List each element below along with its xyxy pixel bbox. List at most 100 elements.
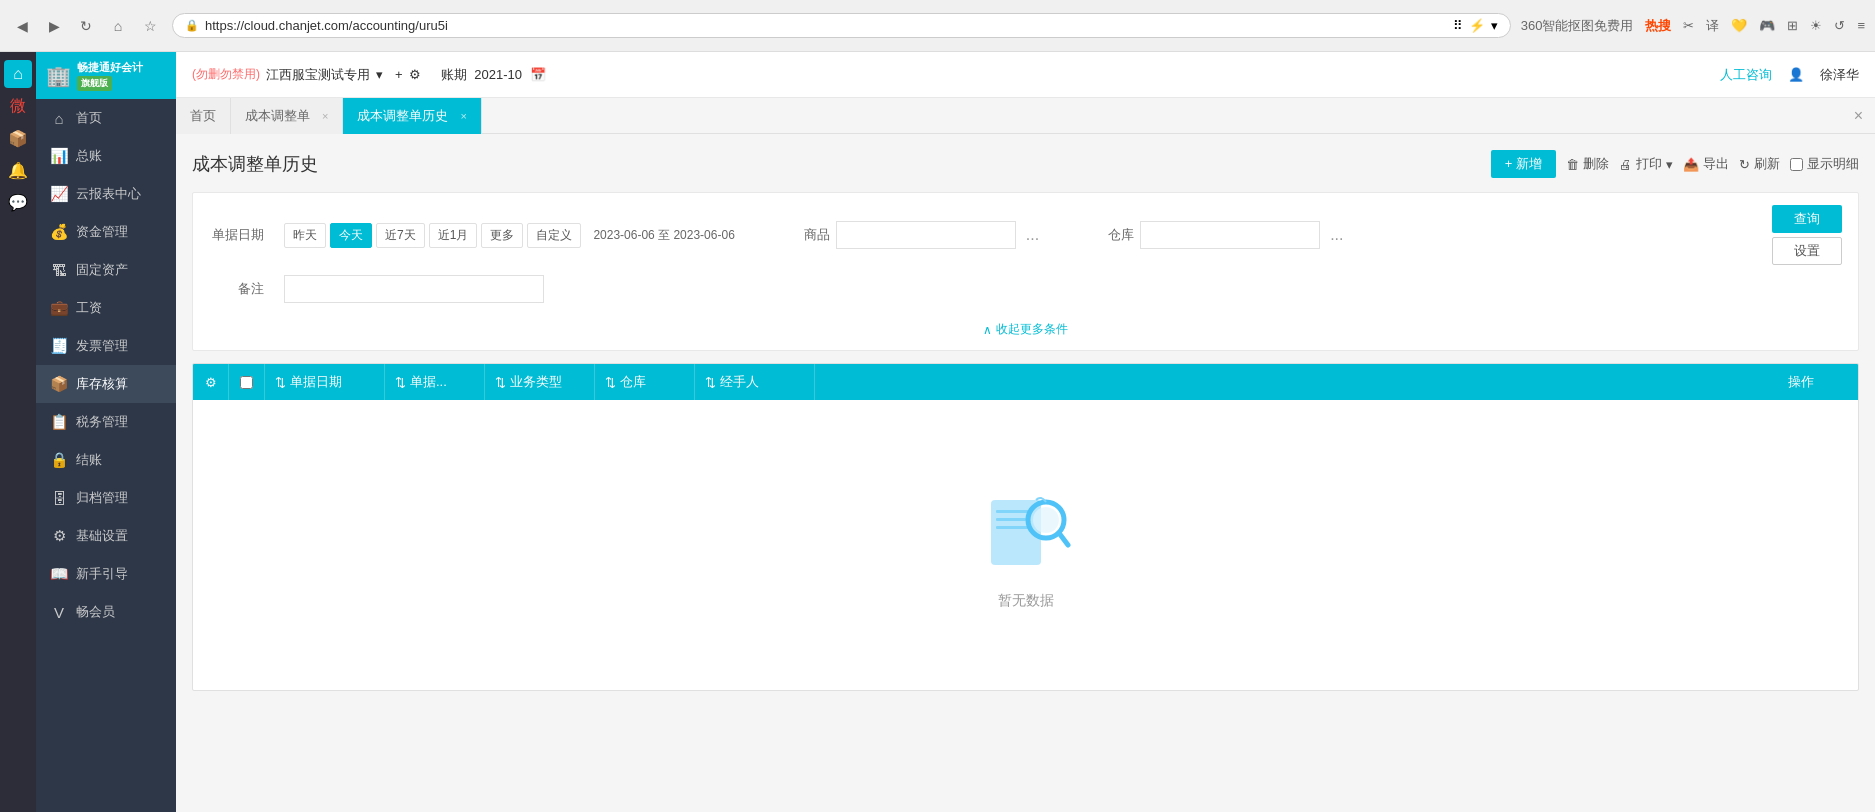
warehouse-dots[interactable]: ...: [1330, 226, 1343, 244]
sidebar-item-ledger[interactable]: 📊 总账: [36, 137, 176, 175]
new-button[interactable]: + 新增: [1491, 150, 1556, 178]
show-details-input[interactable]: [1790, 158, 1803, 171]
page-actions: + 新增 🗑 删除 🖨 打印 ▾ 📤 导出 ↻: [1491, 150, 1859, 178]
export-button[interactable]: 📤 导出: [1683, 155, 1729, 173]
empty-text: 暂无数据: [998, 592, 1054, 610]
date-btn-7days[interactable]: 近7天: [376, 223, 425, 248]
sidebar-item-funds[interactable]: 💰 资金管理: [36, 213, 176, 251]
tab-bar-close-all[interactable]: ×: [1854, 107, 1875, 125]
sidebar-item-archive[interactable]: 🗄 归档管理: [36, 479, 176, 517]
goods-dots[interactable]: ...: [1026, 226, 1039, 244]
add-company-icon[interactable]: +: [395, 67, 403, 82]
svg-rect-2: [996, 518, 1026, 521]
sidebar-item-home[interactable]: ⌂ 首页: [36, 99, 176, 137]
topbar-right: 人工咨询 👤 徐泽华: [1720, 66, 1859, 84]
company-settings-icon[interactable]: ⚙: [409, 67, 421, 82]
star-button[interactable]: ☆: [138, 14, 162, 38]
icon-bar-item-2[interactable]: 🔔: [4, 156, 32, 184]
sidebar-item-guide[interactable]: 📖 新手引导: [36, 555, 176, 593]
guide-icon: 📖: [50, 565, 68, 583]
sidebar-item-inventory[interactable]: 📦 库存核算: [36, 365, 176, 403]
filter-panel: 单据日期 昨天 今天 近7天 近1月 更多 自定义 2023-06-06 至 2…: [192, 192, 1859, 351]
page-title: 成本调整单历史: [192, 152, 318, 176]
invoice-icon: 🧾: [50, 337, 68, 355]
icon-bar-item-3[interactable]: 💬: [4, 188, 32, 216]
th-num[interactable]: ⇅ 单据...: [385, 364, 485, 400]
th-warehouse[interactable]: ⇅ 仓库: [595, 364, 695, 400]
page-header: 成本调整单历史 + 新增 🗑 删除 🖨 打印 ▾ 📤 导出: [192, 150, 1859, 178]
refresh-icon: ↻: [1739, 157, 1750, 172]
back-button[interactable]: ◀: [10, 14, 34, 38]
logo-text-container: 畅捷通好会计 旗舰版: [77, 60, 143, 91]
tax-icon: 📋: [50, 413, 68, 431]
tab-cost-adjustment-close[interactable]: ×: [322, 110, 328, 122]
sidebar-item-tax[interactable]: 📋 税务管理: [36, 403, 176, 441]
refresh-button[interactable]: ↻: [74, 14, 98, 38]
sidebar-item-settings[interactable]: ⚙ 基础设置: [36, 517, 176, 555]
url-text: https://cloud.chanjet.com/accounting/uru…: [205, 18, 1447, 33]
consult-button[interactable]: 人工咨询: [1720, 66, 1772, 84]
sidebar-item-vip[interactable]: V 畅会员: [36, 593, 176, 631]
sidebar-item-assets[interactable]: 🏗 固定资产: [36, 251, 176, 289]
th-person[interactable]: ⇅ 经手人: [695, 364, 815, 400]
sort-date-icon: ⇅: [275, 375, 286, 390]
date-btn-yesterday[interactable]: 昨天: [284, 223, 326, 248]
query-button[interactable]: 查询: [1772, 205, 1842, 233]
sidebar-item-reports[interactable]: 📈 云报表中心: [36, 175, 176, 213]
sidebar-item-label-ledger: 总账: [76, 147, 102, 165]
svg-rect-1: [996, 510, 1031, 513]
sidebar-item-label-vip: 畅会员: [76, 603, 115, 621]
date-btn-1month[interactable]: 近1月: [429, 223, 478, 248]
home-button[interactable]: ⌂: [106, 14, 130, 38]
sidebar-item-payroll[interactable]: 💼 工资: [36, 289, 176, 327]
print-button[interactable]: 🖨 打印 ▾: [1619, 155, 1673, 173]
sidebar-item-close[interactable]: 🔒 结账: [36, 441, 176, 479]
filter-note-row: 备注: [209, 275, 1842, 303]
sidebar-item-label-tax: 税务管理: [76, 413, 128, 431]
forward-button[interactable]: ▶: [42, 14, 66, 38]
url-bar[interactable]: 🔒 https://cloud.chanjet.com/accounting/u…: [172, 13, 1511, 38]
show-details-checkbox[interactable]: 显示明细: [1790, 155, 1859, 173]
refresh-button[interactable]: ↻ 刷新: [1739, 155, 1780, 173]
sidebar-item-label-assets: 固定资产: [76, 261, 128, 279]
close-all-icon[interactable]: ×: [1854, 107, 1863, 124]
th-checkbox[interactable]: [229, 364, 265, 400]
tab-home-label: 首页: [190, 107, 216, 125]
goods-select[interactable]: [836, 221, 1016, 249]
collapse-section: ∧ 收起更多条件: [209, 313, 1842, 338]
collapse-button[interactable]: ∧ 收起更多条件: [983, 321, 1068, 338]
sidebar-item-label-funds: 资金管理: [76, 223, 128, 241]
tab-home[interactable]: 首页: [176, 98, 231, 134]
sort-warehouse-icon: ⇅: [605, 375, 616, 390]
delete-icon: 🗑: [1566, 157, 1579, 172]
sort-type-icon: ⇅: [495, 375, 506, 390]
filter-date-row: 单据日期 昨天 今天 近7天 近1月 更多 自定义 2023-06-06 至 2…: [209, 205, 1842, 265]
calendar-icon[interactable]: 📅: [530, 67, 546, 82]
tab-cost-adjustment[interactable]: 成本调整单 ×: [231, 98, 343, 134]
sidebar-item-label-guide: 新手引导: [76, 565, 128, 583]
tab-cost-adjustment-history-close[interactable]: ×: [460, 110, 466, 122]
date-btn-today[interactable]: 今天: [330, 223, 372, 248]
date-btn-custom[interactable]: 自定义: [527, 223, 581, 248]
tab-cost-adjustment-history[interactable]: 成本调整单历史 ×: [343, 98, 481, 134]
sidebar-item-invoice[interactable]: 🧾 发票管理: [36, 327, 176, 365]
th-type[interactable]: ⇅ 业务类型: [485, 364, 595, 400]
date-btn-more[interactable]: 更多: [481, 223, 523, 248]
note-input[interactable]: [284, 275, 544, 303]
browser-nav: ◀ ▶ ↻ ⌂ ☆: [10, 14, 162, 38]
select-all-checkbox[interactable]: [240, 376, 253, 389]
icon-bar-home[interactable]: ⌂: [4, 60, 32, 88]
th-settings[interactable]: ⚙: [193, 364, 229, 400]
close-period-icon: 🔒: [50, 451, 68, 469]
delete-button[interactable]: 🗑 删除: [1566, 155, 1609, 173]
warehouse-select[interactable]: [1140, 221, 1320, 249]
sidebar-item-label-close: 结账: [76, 451, 102, 469]
icon-bar-item-1[interactable]: 📦: [4, 124, 32, 152]
scissors-icon: ✂: [1683, 18, 1694, 33]
settings-button[interactable]: 设置: [1772, 237, 1842, 265]
th-date[interactable]: ⇅ 单据日期: [265, 364, 385, 400]
icon-bar-weibo[interactable]: 微: [4, 92, 32, 120]
query-buttons: 查询 设置: [1772, 205, 1842, 265]
company-selector[interactable]: (勿删勿禁用) 江西服宝测试专用 ▾ + ⚙: [192, 66, 421, 84]
payroll-icon: 💼: [50, 299, 68, 317]
